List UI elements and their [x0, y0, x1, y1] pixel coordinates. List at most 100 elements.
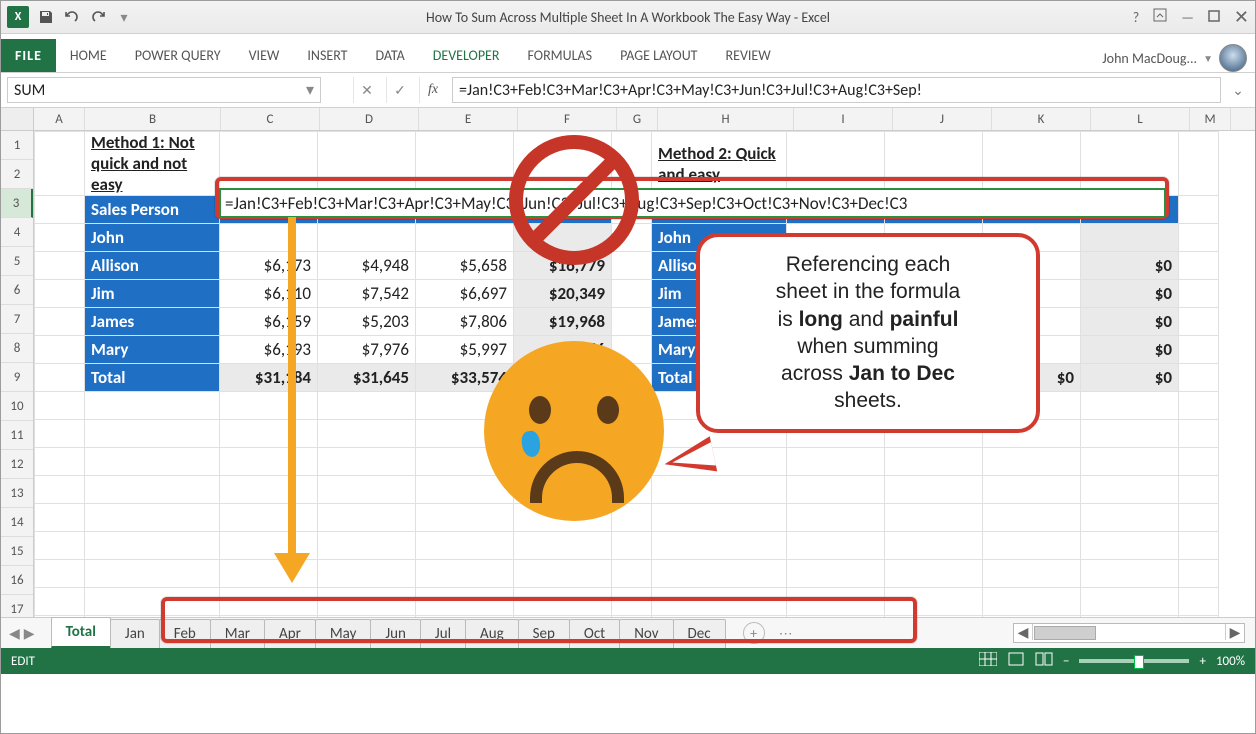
- cell[interactable]: [885, 336, 983, 364]
- cell[interactable]: [787, 560, 885, 588]
- cell[interactable]: [1179, 280, 1219, 308]
- cell[interactable]: [35, 504, 85, 532]
- cell[interactable]: [514, 476, 612, 504]
- cell[interactable]: [318, 560, 416, 588]
- cell[interactable]: [612, 420, 652, 448]
- cell[interactable]: [35, 252, 85, 280]
- cell[interactable]: [220, 560, 318, 588]
- cell[interactable]: [35, 532, 85, 560]
- cell[interactable]: [612, 588, 652, 616]
- cell[interactable]: $7,976: [318, 336, 416, 364]
- sheet-tab-dec[interactable]: Dec: [673, 619, 726, 648]
- cell[interactable]: $6,159: [220, 308, 318, 336]
- sheet-tab-jan[interactable]: Jan: [110, 619, 160, 648]
- cell[interactable]: [983, 532, 1081, 560]
- col-header-G[interactable]: G: [617, 108, 658, 130]
- cell[interactable]: $6,173: [220, 252, 318, 280]
- cell[interactable]: [1081, 588, 1179, 616]
- cell[interactable]: [885, 308, 983, 336]
- cell[interactable]: $0: [1081, 280, 1179, 308]
- row-header-16[interactable]: 16: [1, 566, 33, 595]
- cell[interactable]: [612, 448, 652, 476]
- cell[interactable]: [652, 448, 787, 476]
- cell[interactable]: [787, 532, 885, 560]
- cell[interactable]: $6,110: [220, 280, 318, 308]
- cell[interactable]: [652, 420, 787, 448]
- cell[interactable]: [652, 392, 787, 420]
- cell[interactable]: [318, 588, 416, 616]
- cell[interactable]: [983, 308, 1081, 336]
- select-all-corner[interactable]: [1, 108, 34, 130]
- row-header-12[interactable]: 12: [1, 450, 33, 479]
- scroll-right-icon[interactable]: ▶: [1225, 624, 1244, 640]
- cell[interactable]: Sales Person: [85, 196, 220, 224]
- cell[interactable]: [787, 504, 885, 532]
- cell[interactable]: [612, 476, 652, 504]
- name-box[interactable]: SUM ▾: [7, 77, 321, 103]
- cell[interactable]: [1179, 224, 1219, 252]
- cell[interactable]: [1081, 132, 1179, 196]
- sheet-nav-next-icon[interactable]: ▶: [24, 625, 35, 642]
- cell[interactable]: Jim: [85, 280, 220, 308]
- cell[interactable]: [1081, 532, 1179, 560]
- cell[interactable]: [885, 448, 983, 476]
- cell[interactable]: [85, 560, 220, 588]
- cell[interactable]: $0: [1081, 308, 1179, 336]
- cell[interactable]: [220, 392, 318, 420]
- page-break-view-icon[interactable]: [1035, 652, 1053, 670]
- cell[interactable]: [220, 532, 318, 560]
- cell[interactable]: [318, 392, 416, 420]
- cell[interactable]: [514, 532, 612, 560]
- cell[interactable]: [1179, 532, 1219, 560]
- col-header-H[interactable]: H: [658, 108, 794, 130]
- row-header-3[interactable]: 3: [1, 189, 33, 218]
- row-header-8[interactable]: 8: [1, 334, 33, 363]
- cell-edit-overlay[interactable]: =Jan!C3+Feb!C3+Mar!C3+Apr!C3+May!C3+Jun!…: [219, 188, 1166, 218]
- tab-data[interactable]: DATA: [362, 39, 419, 72]
- cell[interactable]: [318, 476, 416, 504]
- cell[interactable]: [1179, 560, 1219, 588]
- cell[interactable]: [35, 392, 85, 420]
- save-icon[interactable]: [37, 8, 55, 26]
- col-header-K[interactable]: K: [992, 108, 1091, 130]
- grid[interactable]: 1234567891011121314151617 Referencing ea…: [1, 131, 1255, 617]
- cell[interactable]: [787, 364, 885, 392]
- expand-formula-bar-icon[interactable]: ⌄: [1227, 82, 1249, 99]
- row-header-10[interactable]: 10: [1, 392, 33, 421]
- sheet-tab-feb[interactable]: Feb: [159, 619, 211, 648]
- cell[interactable]: [885, 588, 983, 616]
- cell[interactable]: [1081, 476, 1179, 504]
- cell[interactable]: [85, 448, 220, 476]
- cell[interactable]: [983, 560, 1081, 588]
- cell[interactable]: [318, 448, 416, 476]
- cell[interactable]: [1179, 392, 1219, 420]
- cell[interactable]: [85, 420, 220, 448]
- cell[interactable]: [787, 224, 885, 252]
- cell[interactable]: Allison: [85, 252, 220, 280]
- cell[interactable]: [885, 476, 983, 504]
- cell[interactable]: [85, 532, 220, 560]
- cell[interactable]: [35, 448, 85, 476]
- zoom-level[interactable]: 100%: [1216, 654, 1245, 669]
- sheet-tab-jul[interactable]: Jul: [420, 619, 466, 648]
- cell[interactable]: [35, 588, 85, 616]
- cell[interactable]: [983, 504, 1081, 532]
- cell[interactable]: [983, 252, 1081, 280]
- sheet-tab-apr[interactable]: Apr: [264, 619, 316, 648]
- cell[interactable]: $6,193: [220, 336, 318, 364]
- cell[interactable]: [416, 532, 514, 560]
- cell[interactable]: [1179, 252, 1219, 280]
- sheet-tab-jun[interactable]: Jun: [370, 619, 421, 648]
- chevron-down-icon[interactable]: ▾: [306, 80, 314, 100]
- row-header-4[interactable]: 4: [1, 218, 33, 247]
- cell[interactable]: $16,779: [514, 252, 612, 280]
- col-header-C[interactable]: C: [221, 108, 320, 130]
- cell[interactable]: [514, 560, 612, 588]
- cell[interactable]: [1179, 420, 1219, 448]
- cell[interactable]: [983, 132, 1081, 196]
- cell[interactable]: [612, 132, 652, 196]
- col-header-L[interactable]: L: [1091, 108, 1190, 130]
- cell[interactable]: [885, 224, 983, 252]
- cell[interactable]: [220, 448, 318, 476]
- col-header-D[interactable]: D: [320, 108, 419, 130]
